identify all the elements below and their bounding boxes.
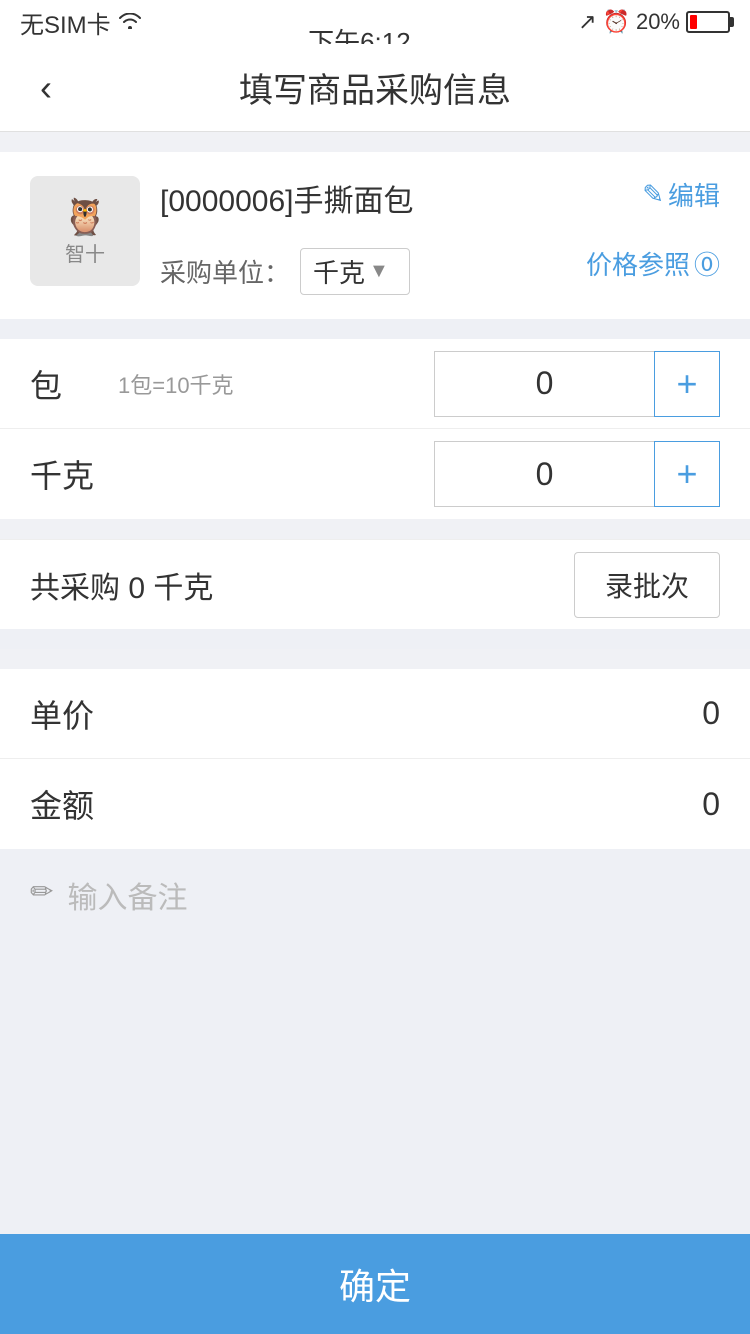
bag-input-control: + [434,351,720,417]
quantity-input-section: 包 1包=10千克 + 千克 + [0,339,750,519]
status-left: 无SIM卡 [20,5,141,40]
kg-plus-button[interactable]: + [654,441,720,507]
kg-input-row: 千克 + [0,429,750,519]
carrier-label: 无SIM卡 [20,5,111,40]
section-divider-2 [0,629,750,649]
batch-button[interactable]: 录批次 [574,552,720,618]
price-ref-label: 价格参照 [586,245,690,282]
status-right: ↗ ⏰ 20% [578,9,730,35]
edit-icon: ✎ [642,179,664,210]
unit-price-value: 0 [702,695,720,732]
wifi-icon [119,8,141,36]
product-info: [0000006]手撕面包 ✎ 编辑 采购单位： 千克 ▼ 价格参照 ⓪ [160,176,720,295]
bag-input-row: 包 1包=10千克 + [0,339,750,429]
kg-input-control: + [434,441,720,507]
bag-sublabel: 1包=10千克 [118,368,234,400]
kg-quantity-input[interactable] [434,441,654,507]
page-title: 填写商品采购信息 [239,63,511,112]
product-name: [0000006]手撕面包 [160,176,642,220]
status-bar: 无SIM卡 下午6:12 ↗ ⏰ 20% [0,0,750,44]
back-button[interactable]: ‹ [30,57,62,119]
product-logo-icon: 🦉 [63,196,108,238]
product-bottom-row: 采购单位： 千克 ▼ 价格参照 ⓪ [160,232,720,295]
product-logo-text: 智十 [65,238,105,267]
bag-quantity-input[interactable] [434,351,654,417]
price-reference-button[interactable]: 价格参照 ⓪ [586,245,720,282]
kg-label: 千克 [30,451,110,497]
pencil-icon: ✏ [30,875,53,908]
product-unit: 采购单位： 千克 ▼ [160,248,410,295]
bag-plus-button[interactable]: + [654,351,720,417]
nav-bar: ‹ 填写商品采购信息 [0,44,750,132]
chevron-down-icon: ▼ [369,260,389,283]
unit-price-row: 单价 0 [0,669,750,759]
amount-value: 0 [702,786,720,823]
confirm-button[interactable]: 确定 [0,1234,750,1334]
section-divider-1 [0,319,750,339]
product-header: [0000006]手撕面包 ✎ 编辑 [160,176,720,220]
amount-row: 金额 0 [0,759,750,849]
unit-price-label: 单价 [30,691,94,737]
remark-section[interactable]: ✏ 输入备注 [0,849,750,949]
help-icon: ⓪ [694,245,720,282]
bag-label: 包 [30,361,110,407]
unit-value: 千克 [313,253,365,290]
alarm-icon: ⏰ [603,9,630,35]
battery-label: 20% [636,9,680,35]
summary-row: 共采购 0 千克 录批次 [0,539,750,629]
product-card: 🦉 智十 [0000006]手撕面包 ✎ 编辑 采购单位： 千克 ▼ 价格参照 … [0,152,750,319]
price-section: 单价 0 金额 0 [0,669,750,849]
location-icon: ↗ [578,9,596,35]
edit-button[interactable]: ✎ 编辑 [642,176,720,213]
unit-label: 采购单位： [160,253,290,290]
unit-select[interactable]: 千克 ▼ [300,248,410,295]
edit-label: 编辑 [668,176,720,213]
summary-text: 共采购 0 千克 [30,563,213,607]
product-image: 🦉 智十 [30,176,140,286]
remark-placeholder: 输入备注 [67,873,187,917]
amount-label: 金额 [30,781,94,827]
battery-icon [686,9,730,35]
